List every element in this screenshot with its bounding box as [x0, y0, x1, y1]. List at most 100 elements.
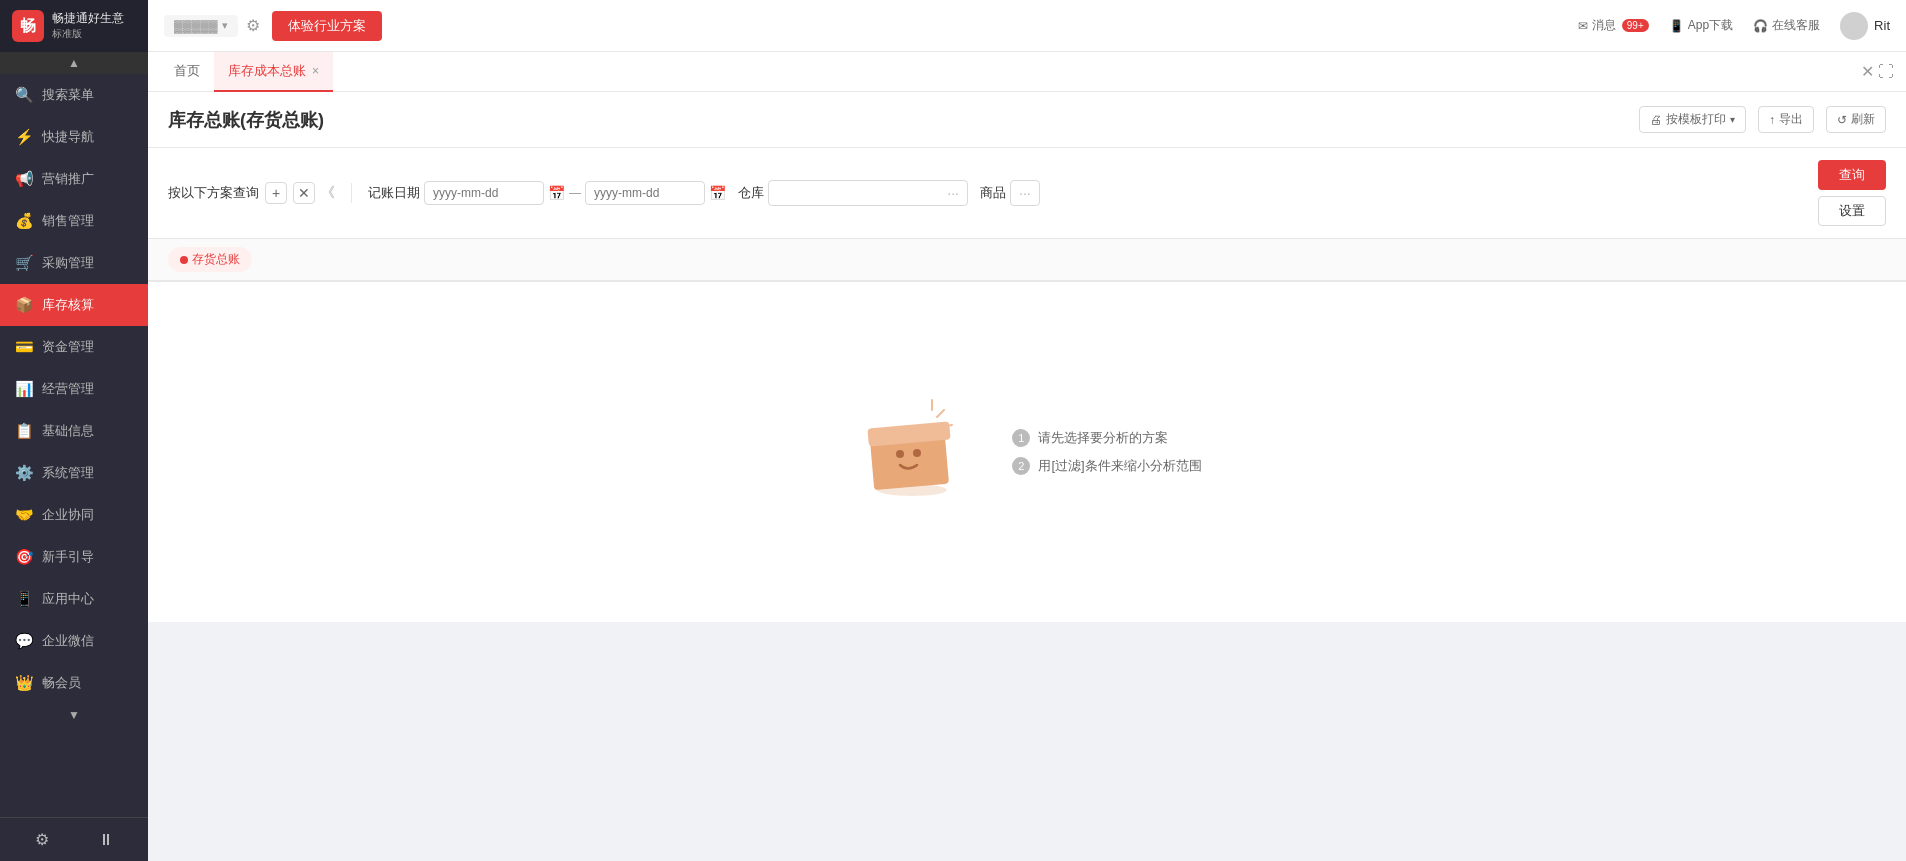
operation-icon: 📊: [14, 379, 34, 399]
calendar-start-icon[interactable]: 📅: [548, 185, 565, 201]
filter-area: 按以下方案查询 + ✕ 《 记账日期 📅 — 📅 仓库: [148, 148, 1906, 239]
enterprise-label: 企业协同: [42, 506, 94, 524]
filter-scheme-label: 按以下方案查询: [168, 184, 259, 202]
quicknav-label: 快捷导航: [42, 128, 94, 146]
topbar-left: ▓▓▓▓▓ ▾ ⚙ 体验行业方案: [164, 11, 1578, 41]
sub-filter: 存货总账: [148, 239, 1906, 281]
sidebar-item-wechat[interactable]: 💬企业微信: [0, 620, 148, 662]
sidebar-item-quicknav[interactable]: ⚡ 快捷导航: [0, 116, 148, 158]
sidebar-item-basic[interactable]: 📋基础信息: [0, 410, 148, 452]
page-title: 库存总账(存货总账): [168, 108, 324, 146]
date-filter-field: 记账日期 📅 — 📅: [368, 181, 726, 205]
sidebar-item-capital[interactable]: 💳资金管理: [0, 326, 148, 368]
wechat-icon: 💬: [14, 631, 34, 651]
svg-point-4: [913, 449, 921, 457]
tab-expand-icon[interactable]: ⛶: [1878, 63, 1894, 81]
sidebar-item-system[interactable]: ⚙️系统管理: [0, 452, 148, 494]
sidebar-item-search[interactable]: 🔍搜索菜单: [0, 74, 148, 116]
print-button[interactable]: 🖨 按模板打印 ▾: [1639, 106, 1746, 133]
system-icon: ⚙️: [14, 463, 34, 483]
collapse-icon[interactable]: ⏸: [98, 831, 114, 849]
sub-filter-dot: [180, 256, 188, 264]
topbar-chevron-icon: ▾: [222, 19, 228, 32]
topbar-app-download[interactable]: 📱 App下载: [1669, 17, 1733, 34]
enterprise-icon: 🤝: [14, 505, 34, 525]
topbar-online-service[interactable]: 🎧 在线客服: [1753, 17, 1820, 34]
settings-icon[interactable]: ⚙: [35, 830, 49, 849]
topbar-user-area[interactable]: ▓▓▓▓▓ ▾: [164, 15, 238, 37]
trial-button[interactable]: 体验行业方案: [272, 11, 382, 41]
message-label: 消息: [1592, 17, 1616, 34]
empty-tip-1: 1 请先选择要分析的方案: [1012, 429, 1201, 447]
tab-inventory-ledger[interactable]: 库存成本总账 ×: [214, 52, 333, 92]
newguide-icon: 🎯: [14, 547, 34, 567]
date-separator: —: [569, 186, 581, 200]
sidebar-item-newguide[interactable]: 🎯 新手引导: [0, 536, 148, 578]
sub-filter-label: 存货总账: [192, 251, 240, 268]
query-button[interactable]: 查询: [1818, 160, 1886, 190]
member-icon: 👑: [14, 673, 34, 693]
sidebar-item-member[interactable]: 👑畅会员: [0, 662, 148, 704]
quicknav-icon: ⚡: [14, 127, 34, 147]
inventory-icon: 📦: [14, 295, 34, 315]
empty-svg: [852, 382, 972, 502]
refresh-icon: ↺: [1837, 113, 1847, 127]
warehouse-select[interactable]: ···: [768, 180, 968, 206]
page-actions: 🖨 按模板打印 ▾ ↑ 导出 ↺ 刷新: [1639, 106, 1886, 147]
filter-settings-button[interactable]: 设置: [1818, 196, 1886, 226]
sidebar-scroll-down[interactable]: ▼: [0, 704, 148, 726]
date-end-input[interactable]: [585, 181, 705, 205]
appcenter-icon: 📱: [14, 589, 34, 609]
user-display-name: Rit: [1874, 18, 1890, 33]
filter-collapse-icon[interactable]: 《: [321, 184, 335, 202]
empty-tip-2: 2 用[过滤]条件来缩小分析范围: [1012, 457, 1201, 475]
sub-filter-item[interactable]: 存货总账: [168, 247, 252, 272]
goods-more-icon[interactable]: ···: [1019, 185, 1031, 201]
tip-text-1: 请先选择要分析的方案: [1038, 429, 1168, 447]
tab-close-main-icon[interactable]: ✕: [1861, 62, 1874, 81]
app-logo: 畅 畅捷通好生意 标准版: [0, 0, 148, 52]
svg-point-3: [896, 450, 904, 458]
filter-action-btns: 查询 设置: [1818, 160, 1886, 226]
logo-text-area: 畅捷通好生意 标准版: [52, 11, 124, 41]
newguide-label: 新手引导: [42, 548, 94, 566]
tab-home[interactable]: 首页: [160, 52, 214, 92]
marketing-icon: 📢: [14, 169, 34, 189]
tab-close-icon[interactable]: ×: [312, 64, 319, 78]
add-scheme-button[interactable]: +: [265, 182, 287, 204]
app-sub: 标准版: [52, 27, 124, 41]
del-scheme-button[interactable]: ✕: [293, 182, 315, 204]
empty-state: 1 请先选择要分析的方案 2 用[过滤]条件来缩小分析范围: [148, 282, 1906, 622]
sidebar-item-purchase[interactable]: 🛒采购管理: [0, 242, 148, 284]
sidebar-item-marketing[interactable]: 📢营销推广: [0, 158, 148, 200]
calendar-end-icon[interactable]: 📅: [709, 185, 726, 201]
date-start-input[interactable]: [424, 181, 544, 205]
sidebar-item-sales[interactable]: 💰销售管理: [0, 200, 148, 242]
sidebar-nav: ▲ 🔍搜索菜单 ⚡ 快捷导航 📢营销推广💰销售管理🛒采购管理📦库存核算💳资金管理📊经营…: [0, 52, 148, 817]
sidebar-item-inventory[interactable]: 📦库存核算: [0, 284, 148, 326]
app-name: 畅捷通好生意: [52, 11, 124, 27]
export-button[interactable]: ↑ 导出: [1758, 106, 1814, 133]
search-icon: 🔍: [14, 85, 34, 105]
sidebar-item-appcenter[interactable]: 📱应用中心: [0, 578, 148, 620]
goods-select[interactable]: ···: [1010, 180, 1040, 206]
tabs-bar: 首页 库存成本总账 × ✕ ⛶: [148, 52, 1906, 92]
empty-illustration: [852, 382, 972, 502]
sidebar-scroll-up[interactable]: ▲: [0, 52, 148, 74]
sidebar-item-operation[interactable]: 📊经营管理: [0, 368, 148, 410]
filter-container: 按以下方案查询 + ✕ 《 记账日期 📅 — 📅 仓库: [148, 148, 1906, 282]
topbar-gear-icon[interactable]: ⚙: [246, 16, 260, 35]
refresh-button[interactable]: ↺ 刷新: [1826, 106, 1886, 133]
topbar-user-profile[interactable]: Rit: [1840, 12, 1890, 40]
sidebar-item-enterprise[interactable]: 🤝 企业协同: [0, 494, 148, 536]
message-badge: 99+: [1622, 19, 1649, 32]
tip-num-2: 2: [1012, 457, 1030, 475]
page-header: 库存总账(存货总账) 🖨 按模板打印 ▾ ↑ 导出 ↺ 刷新: [148, 92, 1906, 148]
sidebar: 畅 畅捷通好生意 标准版 ▲ 🔍搜索菜单 ⚡ 快捷导航 📢营销推广💰销售管理🛒采购管理…: [0, 0, 148, 861]
topbar-message[interactable]: ✉ 消息 99+: [1578, 17, 1649, 34]
svg-line-5: [937, 410, 944, 417]
basic-icon: 📋: [14, 421, 34, 441]
warehouse-more-icon[interactable]: ···: [947, 185, 959, 201]
topbar-right: ✉ 消息 99+ 📱 App下载 🎧 在线客服 Rit: [1578, 12, 1890, 40]
goods-filter-label: 商品: [980, 184, 1006, 202]
